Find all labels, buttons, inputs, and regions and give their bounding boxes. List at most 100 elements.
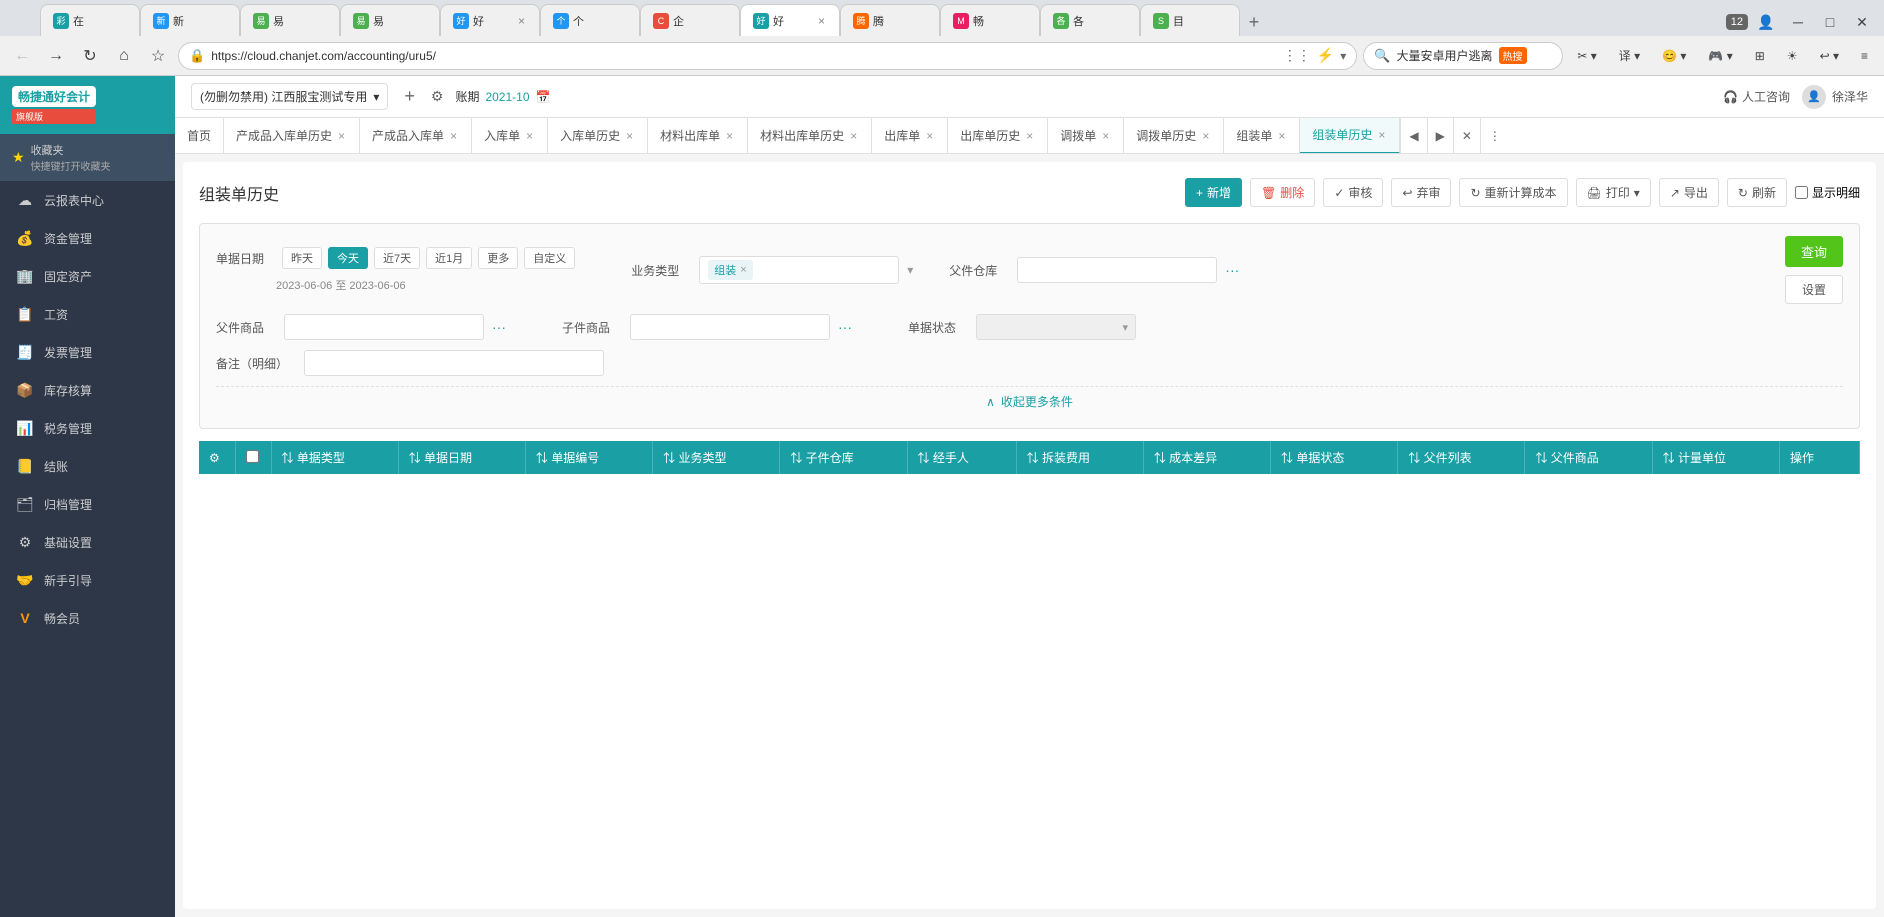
- sidebar-item-tax-mgmt[interactable]: 📊 税务管理: [0, 409, 175, 447]
- parent-goods-more[interactable]: ···: [492, 319, 506, 335]
- query-btn[interactable]: 查询: [1785, 236, 1843, 267]
- col-parent-list[interactable]: ⇅ 父件列表: [1398, 441, 1525, 474]
- browser-search-box[interactable]: 🔍 大量安卓用户逃离 热搜: [1363, 42, 1563, 70]
- sidebar-item-salary[interactable]: 📋 工资: [0, 295, 175, 333]
- app-tab-adjust-hist[interactable]: 调拨单历史 ×: [1124, 118, 1224, 154]
- out-hist-close[interactable]: ×: [1024, 129, 1035, 143]
- more-btn[interactable]: 更多: [478, 247, 518, 269]
- adjust-hist-close[interactable]: ×: [1200, 129, 1211, 143]
- col-handler[interactable]: ⇅ 经手人: [907, 441, 1016, 474]
- col-disassemble-fee[interactable]: ⇅ 拆装费用: [1016, 441, 1143, 474]
- sidebar-item-fund-mgmt[interactable]: 💰 资金管理: [0, 219, 175, 257]
- browser-tab-2[interactable]: 新 新: [140, 4, 240, 36]
- browser-tab-10[interactable]: M 畅: [940, 4, 1040, 36]
- out-single-close[interactable]: ×: [924, 129, 935, 143]
- sidebar-item-member[interactable]: V 畅会员: [0, 599, 175, 637]
- refresh-page-button[interactable]: ↻: [76, 42, 104, 70]
- bill-status-select[interactable]: [976, 314, 1136, 340]
- set-btn[interactable]: 设置: [1785, 275, 1843, 304]
- col-bill-type[interactable]: ⇅ 单据类型: [271, 441, 398, 474]
- emoji-btn[interactable]: 😊 ▾: [1654, 45, 1694, 67]
- show-detail-checkbox[interactable]: [1795, 186, 1808, 199]
- recalc-btn[interactable]: ↻ 重新计算成本: [1459, 178, 1567, 207]
- app-tab-mat-out-hist[interactable]: 材料出库单历史 ×: [748, 118, 872, 154]
- tab-options-btn[interactable]: ⋮: [1480, 118, 1509, 154]
- home-button[interactable]: ⌂: [110, 42, 138, 70]
- tab-nav-right[interactable]: ▶: [1427, 118, 1453, 154]
- browser-tab-3[interactable]: 易 易: [240, 4, 340, 36]
- print-dropdown[interactable]: ▾: [1634, 186, 1640, 200]
- biz-type-remove[interactable]: ×: [740, 264, 746, 276]
- assemble-close[interactable]: ×: [1276, 129, 1287, 143]
- app-tab-assemble[interactable]: 组装单 ×: [1224, 118, 1300, 154]
- note-input[interactable]: [304, 350, 604, 376]
- back-button[interactable]: ←: [8, 42, 36, 70]
- print-btn[interactable]: 🖨 打印 ▾: [1576, 178, 1651, 207]
- app-tab-home[interactable]: 首页: [175, 118, 224, 154]
- game-btn[interactable]: 🎮 ▾: [1700, 45, 1740, 67]
- biz-type-input[interactable]: 组装 ×: [699, 256, 899, 284]
- grid-btn[interactable]: ⊞: [1747, 45, 1773, 67]
- assemble-hist-close[interactable]: ×: [1376, 128, 1387, 142]
- refresh-btn[interactable]: ↻ 刷新: [1727, 178, 1787, 207]
- app-tab-prod-in[interactable]: 产成品入库单 ×: [360, 118, 472, 154]
- col-bill-date[interactable]: ⇅ 单据日期: [398, 441, 525, 474]
- browser-tab-1[interactable]: 彩 在: [40, 4, 140, 36]
- parent-warehouse-input[interactable]: [1017, 257, 1217, 283]
- biz-type-dropdown[interactable]: ▾: [907, 263, 913, 277]
- topbar-add-btn[interactable]: +: [400, 86, 419, 107]
- 7days-btn[interactable]: 近7天: [374, 247, 420, 269]
- app-tab-in-single[interactable]: 入库单 ×: [472, 118, 548, 154]
- app-tab-prod-in-hist[interactable]: 产成品入库单历史 ×: [224, 118, 360, 154]
- help-btn[interactable]: 🎧 人工咨询: [1723, 88, 1790, 105]
- col-parent-goods[interactable]: ⇅ 父件商品: [1525, 441, 1652, 474]
- export-btn[interactable]: ↗ 导出: [1659, 178, 1719, 207]
- tab-close-5[interactable]: ×: [516, 14, 527, 28]
- in-single-close[interactable]: ×: [524, 129, 535, 143]
- col-settings[interactable]: ⚙: [199, 441, 235, 474]
- col-bill-no[interactable]: ⇅ 单据编号: [525, 441, 652, 474]
- child-goods-input[interactable]: [630, 314, 830, 340]
- sidebar-item-archive[interactable]: 🗂 归档管理: [0, 485, 175, 523]
- sidebar-item-invoice-mgmt[interactable]: 🧾 发票管理: [0, 333, 175, 371]
- sidebar-item-guide[interactable]: 🤝 新手引导: [0, 561, 175, 599]
- app-tab-mat-out[interactable]: 材料出库单 ×: [648, 118, 748, 154]
- select-all-checkbox[interactable]: [246, 450, 259, 463]
- sidebar-favorites[interactable]: ★ 收藏夹 快捷键打开收藏夹: [0, 134, 175, 181]
- sidebar-item-settle[interactable]: 📒 结账: [0, 447, 175, 485]
- browser-tab-7[interactable]: C 企: [640, 4, 740, 36]
- yesterday-btn[interactable]: 昨天: [282, 247, 322, 269]
- user-info[interactable]: 👤 徐泽华: [1802, 85, 1868, 109]
- col-calc-unit[interactable]: ⇅ 计量单位: [1652, 441, 1779, 474]
- address-dropdown-icon[interactable]: ▾: [1340, 49, 1346, 63]
- sidebar-item-inventory[interactable]: 📦 库存核算: [0, 371, 175, 409]
- browser-tab-12[interactable]: S 目: [1140, 4, 1240, 36]
- col-bill-status[interactable]: ⇅ 单据状态: [1271, 441, 1398, 474]
- bookmark-button[interactable]: ☆: [144, 42, 172, 70]
- company-selector[interactable]: (勿删勿禁用) 江西服宝测试专用 ▾: [191, 83, 388, 110]
- sidebar-item-cloud-report[interactable]: ☁ 云报表中心: [0, 181, 175, 219]
- prod-in-close[interactable]: ×: [448, 129, 459, 143]
- col-biz-type[interactable]: ⇅ 业务类型: [653, 441, 780, 474]
- in-hist-close[interactable]: ×: [624, 129, 635, 143]
- close-window-button[interactable]: ✕: [1848, 8, 1876, 36]
- child-goods-more[interactable]: ···: [838, 319, 852, 335]
- sidebar-item-basic-settings[interactable]: ⚙ 基础设置: [0, 523, 175, 561]
- undo-btn[interactable]: ↩ ▾: [1812, 45, 1847, 67]
- 1month-btn[interactable]: 近1月: [426, 247, 472, 269]
- forward-button[interactable]: →: [42, 42, 70, 70]
- tab-more-btn[interactable]: ✕: [1453, 118, 1480, 154]
- sidebar-item-fixed-assets[interactable]: 🏢 固定资产: [0, 257, 175, 295]
- tab-nav-left[interactable]: ◀: [1400, 118, 1426, 154]
- sun-btn[interactable]: ☀: [1779, 45, 1806, 67]
- browser-tab-5[interactable]: 好 好 ×: [440, 4, 540, 36]
- browser-tab-4[interactable]: 易 易: [340, 4, 440, 36]
- minimize-button[interactable]: ─: [1784, 8, 1812, 36]
- menu-btn[interactable]: ≡: [1853, 45, 1876, 67]
- app-tab-adjust[interactable]: 调拨单 ×: [1048, 118, 1124, 154]
- abandon-btn[interactable]: ↩ 弃审: [1391, 178, 1451, 207]
- mat-out-close[interactable]: ×: [724, 129, 735, 143]
- browser-tab-6[interactable]: 个 个: [540, 4, 640, 36]
- qr-icon[interactable]: ⋮⋮: [1283, 47, 1311, 64]
- mat-out-hist-close[interactable]: ×: [848, 129, 859, 143]
